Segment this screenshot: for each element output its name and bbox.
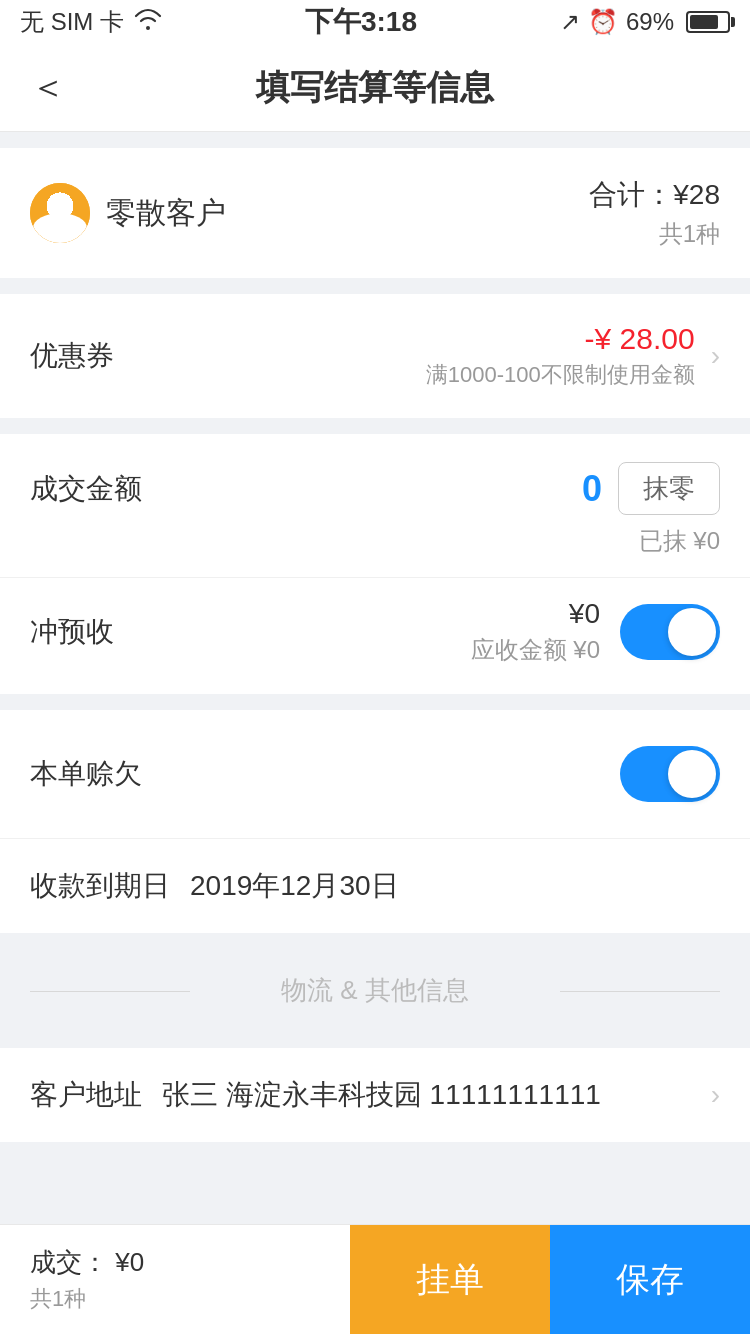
coupon-discount: -¥ 28.00 [426, 322, 695, 356]
amount-input-area: 0 抹零 [582, 462, 720, 515]
save-button[interactable]: 保存 [550, 1225, 750, 1335]
address-chevron-icon: › [711, 1079, 720, 1111]
wifi-icon [134, 8, 162, 36]
location-icon: ↗ [560, 8, 580, 36]
prereceive-right: ¥0 应收金额 ¥0 [471, 598, 720, 666]
coupon-right: -¥ 28.00 满1000-100不限制使用金额 › [150, 322, 720, 390]
coupon-value-block: -¥ 28.00 满1000-100不限制使用金额 [426, 322, 695, 390]
credit-section: 本单赊欠 收款到期日 2019年12月30日 [0, 710, 750, 933]
customer-name: 零散客户 [106, 193, 226, 234]
bottom-count: 共1种 [30, 1284, 320, 1314]
status-bar: 无 SIM 卡 下午3:18 ↗ ⏰ 69% [0, 0, 750, 44]
credit-toggle[interactable] [620, 746, 720, 802]
content: 零散客户 合计：¥28 共1种 优惠券 -¥ 28.00 满1000-100不限… [0, 148, 750, 1262]
bottom-bar: 成交： ¥0 共1种 挂单 保存 [0, 1224, 750, 1334]
customer-right: 合计：¥28 共1种 [589, 176, 720, 250]
prereceive-toggle-knob [668, 608, 716, 656]
transaction-value[interactable]: 0 [582, 468, 602, 510]
round-zero-button[interactable]: 抹零 [618, 462, 720, 515]
coupon-label: 优惠券 [30, 337, 150, 375]
address-value: 张三 海淀永丰科技园 11111111111 [162, 1076, 691, 1114]
logistics-text: 物流 & 其他信息 [281, 975, 469, 1005]
address-label: 客户地址 [30, 1076, 142, 1114]
customer-count: 共1种 [589, 218, 720, 250]
credit-row: 本单赊欠 [0, 710, 750, 838]
nav-bar: ＜ 填写结算等信息 [0, 44, 750, 132]
status-left: 无 SIM 卡 [20, 6, 162, 38]
bottom-transaction-label: 成交： [30, 1247, 108, 1277]
customer-avatar [30, 183, 90, 243]
due-date-label: 收款到期日 [30, 867, 170, 905]
page-title: 填写结算等信息 [256, 65, 494, 111]
status-right: ↗ ⏰ 69% [560, 8, 730, 36]
battery-icon [686, 11, 730, 33]
logistics-divider: 物流 & 其他信息 [0, 949, 750, 1032]
customer-left: 零散客户 [30, 183, 226, 243]
hang-order-button[interactable]: 挂单 [350, 1225, 550, 1335]
rounded-sub: 已抹 ¥0 [0, 525, 750, 577]
coupon-row[interactable]: 优惠券 -¥ 28.00 满1000-100不限制使用金额 › [0, 294, 750, 418]
transaction-label: 成交金额 [30, 470, 150, 508]
bottom-info: 成交： ¥0 共1种 [0, 1245, 350, 1314]
prereceive-values: ¥0 应收金额 ¥0 [471, 598, 600, 666]
due-date-row: 收款到期日 2019年12月30日 [0, 838, 750, 933]
prereceive-label: 冲预收 [30, 613, 150, 651]
credit-label: 本单赊欠 [30, 755, 142, 793]
due-date-value[interactable]: 2019年12月30日 [190, 867, 399, 905]
prereceive-toggle[interactable] [620, 604, 720, 660]
back-button[interactable]: ＜ [30, 63, 66, 112]
prereceive-amount: ¥0 [471, 598, 600, 630]
address-section[interactable]: 客户地址 张三 海淀永丰科技园 11111111111 › [0, 1048, 750, 1142]
battery-percentage: 69% [626, 8, 674, 36]
customer-row: 零散客户 合计：¥28 共1种 [0, 148, 750, 278]
carrier-text: 无 SIM 卡 [20, 6, 124, 38]
amount-section: 成交金额 0 抹零 已抹 ¥0 冲预收 ¥0 应收金额 ¥0 [0, 434, 750, 694]
credit-toggle-knob [668, 750, 716, 798]
coupon-description: 满1000-100不限制使用金额 [426, 360, 695, 390]
prereceive-sub: 应收金额 ¥0 [471, 634, 600, 666]
customer-total: 合计：¥28 [589, 176, 720, 214]
coupon-card[interactable]: 优惠券 -¥ 28.00 满1000-100不限制使用金额 › [0, 294, 750, 418]
coupon-chevron-icon: › [711, 340, 720, 372]
address-row[interactable]: 客户地址 张三 海淀永丰科技园 11111111111 › [0, 1048, 750, 1142]
prereceive-row: 冲预收 ¥0 应收金额 ¥0 [0, 577, 750, 694]
alarm-icon: ⏰ [588, 8, 618, 36]
transaction-row: 成交金额 0 抹零 [0, 434, 750, 525]
customer-card: 零散客户 合计：¥28 共1种 [0, 148, 750, 278]
time-display: 下午3:18 [305, 3, 417, 41]
bottom-transaction-value: ¥0 [115, 1247, 144, 1277]
bottom-transaction: 成交： ¥0 [30, 1245, 320, 1280]
